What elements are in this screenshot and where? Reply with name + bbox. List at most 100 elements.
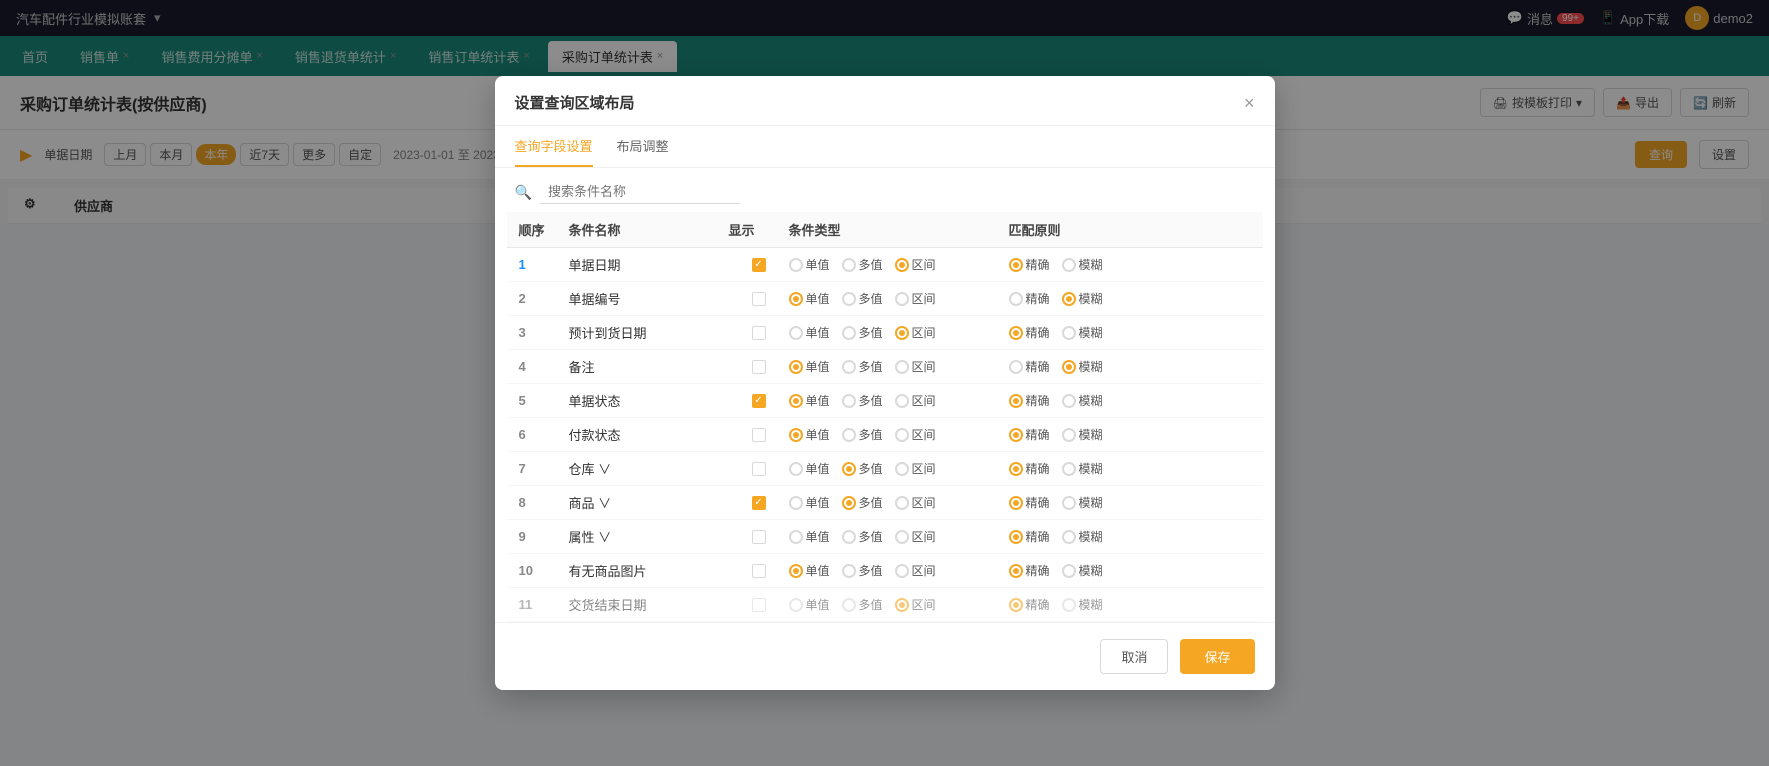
- row-show-checkbox[interactable]: [729, 292, 789, 306]
- col-name: 条件名称: [569, 220, 729, 239]
- radio-type-区间[interactable]: 区间: [895, 528, 936, 545]
- row-show-checkbox[interactable]: [729, 564, 789, 578]
- radio-type-单值[interactable]: 单值: [789, 290, 830, 307]
- tab-layout-adjust[interactable]: 布局调整: [617, 126, 669, 167]
- radio-type-区间[interactable]: 区间: [895, 324, 936, 341]
- radio-type-多值[interactable]: 多值: [842, 494, 883, 511]
- row-name: 商品 ∨: [569, 493, 729, 512]
- radio-type-多值[interactable]: 多值: [842, 392, 883, 409]
- row-order: 3: [519, 325, 569, 340]
- row-order: 2: [519, 291, 569, 306]
- radio-type-区间[interactable]: 区间: [895, 596, 936, 613]
- row-name: 单据日期: [569, 255, 729, 274]
- radio-match-模糊[interactable]: 模糊: [1062, 528, 1103, 545]
- radio-match-模糊[interactable]: 模糊: [1062, 460, 1103, 477]
- table-row: 7仓库 ∨单值多值区间精确模糊: [507, 452, 1263, 486]
- row-show-checkbox[interactable]: [729, 530, 789, 544]
- radio-match-模糊[interactable]: 模糊: [1062, 256, 1103, 273]
- radio-type-单值[interactable]: 单值: [789, 392, 830, 409]
- row-show-checkbox[interactable]: ✓: [729, 394, 789, 408]
- radio-type-多值[interactable]: 多值: [842, 426, 883, 443]
- row-show-checkbox[interactable]: [729, 360, 789, 374]
- row-match-group: 精确模糊: [1009, 426, 1229, 443]
- radio-match-精确[interactable]: 精确: [1009, 426, 1050, 443]
- row-show-checkbox[interactable]: [729, 326, 789, 340]
- radio-match-精确[interactable]: 精确: [1009, 324, 1050, 341]
- table-row: 5单据状态✓单值多值区间精确模糊: [507, 384, 1263, 418]
- col-show: 显示: [729, 220, 789, 239]
- table-row: 2单据编号单值多值区间精确模糊: [507, 282, 1263, 316]
- radio-type-区间[interactable]: 区间: [895, 562, 936, 579]
- table-row: 3预计到货日期单值多值区间精确模糊: [507, 316, 1263, 350]
- table-row: 6付款状态单值多值区间精确模糊: [507, 418, 1263, 452]
- row-order: 8: [519, 495, 569, 510]
- row-match-group: 精确模糊: [1009, 256, 1229, 273]
- dialog-close-button[interactable]: ×: [1244, 94, 1255, 112]
- radio-match-精确[interactable]: 精确: [1009, 256, 1050, 273]
- radio-match-精确[interactable]: 精确: [1009, 596, 1050, 613]
- tab-query-fields[interactable]: 查询字段设置: [515, 126, 593, 167]
- row-show-checkbox[interactable]: [729, 428, 789, 442]
- row-type-group: 单值多值区间: [789, 392, 1009, 409]
- radio-match-模糊[interactable]: 模糊: [1062, 596, 1103, 613]
- radio-type-单值[interactable]: 单值: [789, 256, 830, 273]
- radio-type-单值[interactable]: 单值: [789, 460, 830, 477]
- row-type-group: 单值多值区间: [789, 426, 1009, 443]
- col-type: 条件类型: [789, 220, 1009, 239]
- row-name: 备注: [569, 357, 729, 376]
- cancel-button[interactable]: 取消: [1100, 639, 1168, 674]
- table-row: 11交货结束日期单值多值区间精确模糊: [507, 588, 1263, 622]
- radio-type-区间[interactable]: 区间: [895, 358, 936, 375]
- radio-match-精确[interactable]: 精确: [1009, 562, 1050, 579]
- radio-type-单值[interactable]: 单值: [789, 596, 830, 613]
- radio-match-模糊[interactable]: 模糊: [1062, 426, 1103, 443]
- search-input[interactable]: [540, 180, 740, 204]
- radio-match-模糊[interactable]: 模糊: [1062, 290, 1103, 307]
- radio-type-多值[interactable]: 多值: [842, 528, 883, 545]
- radio-match-精确[interactable]: 精确: [1009, 528, 1050, 545]
- radio-type-单值[interactable]: 单值: [789, 426, 830, 443]
- radio-match-精确[interactable]: 精确: [1009, 494, 1050, 511]
- radio-type-单值[interactable]: 单值: [789, 528, 830, 545]
- radio-type-多值[interactable]: 多值: [842, 562, 883, 579]
- radio-type-区间[interactable]: 区间: [895, 460, 936, 477]
- radio-type-区间[interactable]: 区间: [895, 426, 936, 443]
- radio-match-精确[interactable]: 精确: [1009, 290, 1050, 307]
- radio-type-多值[interactable]: 多值: [842, 256, 883, 273]
- radio-type-单值[interactable]: 单值: [789, 494, 830, 511]
- row-show-checkbox[interactable]: ✓: [729, 258, 789, 272]
- radio-match-模糊[interactable]: 模糊: [1062, 494, 1103, 511]
- radio-type-多值[interactable]: 多值: [842, 358, 883, 375]
- radio-type-单值[interactable]: 单值: [789, 358, 830, 375]
- radio-type-多值[interactable]: 多值: [842, 460, 883, 477]
- radio-type-区间[interactable]: 区间: [895, 290, 936, 307]
- radio-match-精确[interactable]: 精确: [1009, 460, 1050, 477]
- radio-match-精确[interactable]: 精确: [1009, 358, 1050, 375]
- row-show-checkbox[interactable]: ✓: [729, 496, 789, 510]
- radio-type-区间[interactable]: 区间: [895, 392, 936, 409]
- radio-type-区间[interactable]: 区间: [895, 256, 936, 273]
- radio-type-多值[interactable]: 多值: [842, 324, 883, 341]
- row-type-group: 单值多值区间: [789, 596, 1009, 613]
- radio-match-模糊[interactable]: 模糊: [1062, 324, 1103, 341]
- row-show-checkbox[interactable]: [729, 598, 789, 612]
- table-row: 10有无商品图片单值多值区间精确模糊: [507, 554, 1263, 588]
- radio-type-区间[interactable]: 区间: [895, 494, 936, 511]
- row-show-checkbox[interactable]: [729, 462, 789, 476]
- radio-type-单值[interactable]: 单值: [789, 324, 830, 341]
- row-match-group: 精确模糊: [1009, 596, 1229, 613]
- radio-type-多值[interactable]: 多值: [842, 596, 883, 613]
- row-type-group: 单值多值区间: [789, 460, 1009, 477]
- radio-match-模糊[interactable]: 模糊: [1062, 358, 1103, 375]
- row-name: 有无商品图片: [569, 561, 729, 580]
- radio-type-多值[interactable]: 多值: [842, 290, 883, 307]
- dialog-title: 设置查询区域布局: [515, 92, 635, 113]
- radio-match-模糊[interactable]: 模糊: [1062, 562, 1103, 579]
- radio-match-精确[interactable]: 精确: [1009, 392, 1050, 409]
- row-order: 11: [519, 597, 569, 612]
- dialog-header: 设置查询区域布局 ×: [495, 76, 1275, 126]
- row-order: 7: [519, 461, 569, 476]
- save-button[interactable]: 保存: [1180, 639, 1254, 674]
- radio-type-单值[interactable]: 单值: [789, 562, 830, 579]
- radio-match-模糊[interactable]: 模糊: [1062, 392, 1103, 409]
